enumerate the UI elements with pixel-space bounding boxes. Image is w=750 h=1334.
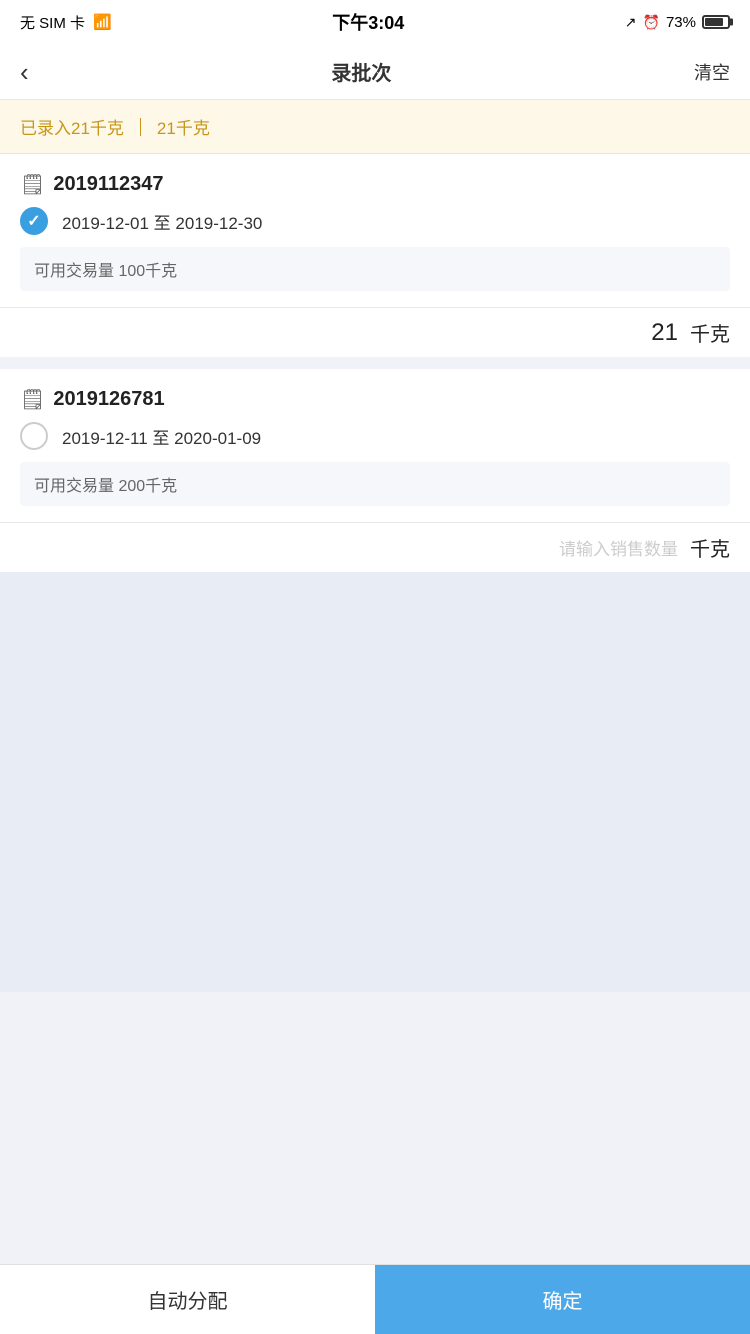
battery-icon	[702, 15, 730, 29]
no-sim-label: 无 SIM 卡	[20, 12, 85, 33]
confirm-button[interactable]: 确定	[375, 1265, 750, 1334]
status-bar: 无 SIM 卡 📶 下午3:04 ↗ ⏰ 73%	[0, 0, 750, 44]
batch-date-row-2[interactable]: 2019-12-11 至 2020-01-09	[20, 422, 730, 450]
clear-button[interactable]: 清空	[694, 59, 730, 85]
batch-amount-row-1: 千克	[0, 307, 750, 357]
radio-2[interactable]	[20, 422, 48, 450]
status-left: 无 SIM 卡 📶	[20, 12, 112, 33]
page-title: 录批次	[331, 57, 391, 86]
batch-available-2: 可用交易量 200千克	[20, 462, 730, 506]
bottom-space	[0, 572, 750, 992]
status-right: ↗ ⏰ 73%	[625, 14, 730, 31]
summary-bar: 已录入21千克 21千克	[0, 100, 750, 154]
footer: 自动分配 确定	[0, 1264, 750, 1334]
check-icon-1: ✓	[27, 211, 40, 231]
batch-unit-1: 千克	[690, 318, 730, 347]
batch-doc-icon-2: 🗒	[20, 387, 45, 412]
batch-doc-icon-1: 🗒	[20, 172, 45, 197]
batch-available-1: 可用交易量 100千克	[20, 247, 730, 291]
batch-amount-input-2[interactable]	[478, 534, 678, 562]
summary-value: 21千克	[157, 114, 210, 139]
batch-id-row-1: 🗒 2019112347	[20, 172, 730, 197]
summary-divider	[140, 118, 141, 136]
batch-date-row-1[interactable]: ✓ 2019-12-01 至 2019-12-30	[20, 207, 730, 235]
batch-unit-2: 千克	[690, 533, 730, 562]
location-icon: ↗	[625, 14, 637, 31]
battery-percent: 73%	[666, 14, 696, 31]
batch-id-row-2: 🗒 2019126781	[20, 387, 730, 412]
batch-date-1: 2019-12-01 至 2019-12-30	[62, 209, 262, 234]
batch-amount-row-2: 千克	[0, 522, 750, 572]
radio-1[interactable]: ✓	[20, 207, 48, 235]
summary-label: 已录入21千克	[20, 114, 124, 139]
status-time: 下午3:04	[332, 9, 404, 35]
nav-bar: ‹ 录批次 清空	[0, 44, 750, 100]
main-content: 🗒 2019112347 ✓ 2019-12-01 至 2019-12-30 可…	[0, 154, 750, 992]
batch-amount-input-1[interactable]	[598, 319, 678, 347]
wifi-icon: 📶	[93, 13, 112, 31]
batch-id-2: 2019126781	[53, 388, 164, 411]
auto-distribute-button[interactable]: 自动分配	[0, 1265, 375, 1334]
alarm-icon: ⏰	[643, 14, 660, 31]
batch-card-1: 🗒 2019112347 ✓ 2019-12-01 至 2019-12-30 可…	[0, 154, 750, 357]
batch-id-1: 2019112347	[53, 173, 163, 196]
batch-date-2: 2019-12-11 至 2020-01-09	[62, 424, 261, 449]
card-separator	[0, 357, 750, 369]
back-button[interactable]: ‹	[20, 59, 29, 85]
batch-card-2: 🗒 2019126781 2019-12-11 至 2020-01-09 可用交…	[0, 369, 750, 572]
